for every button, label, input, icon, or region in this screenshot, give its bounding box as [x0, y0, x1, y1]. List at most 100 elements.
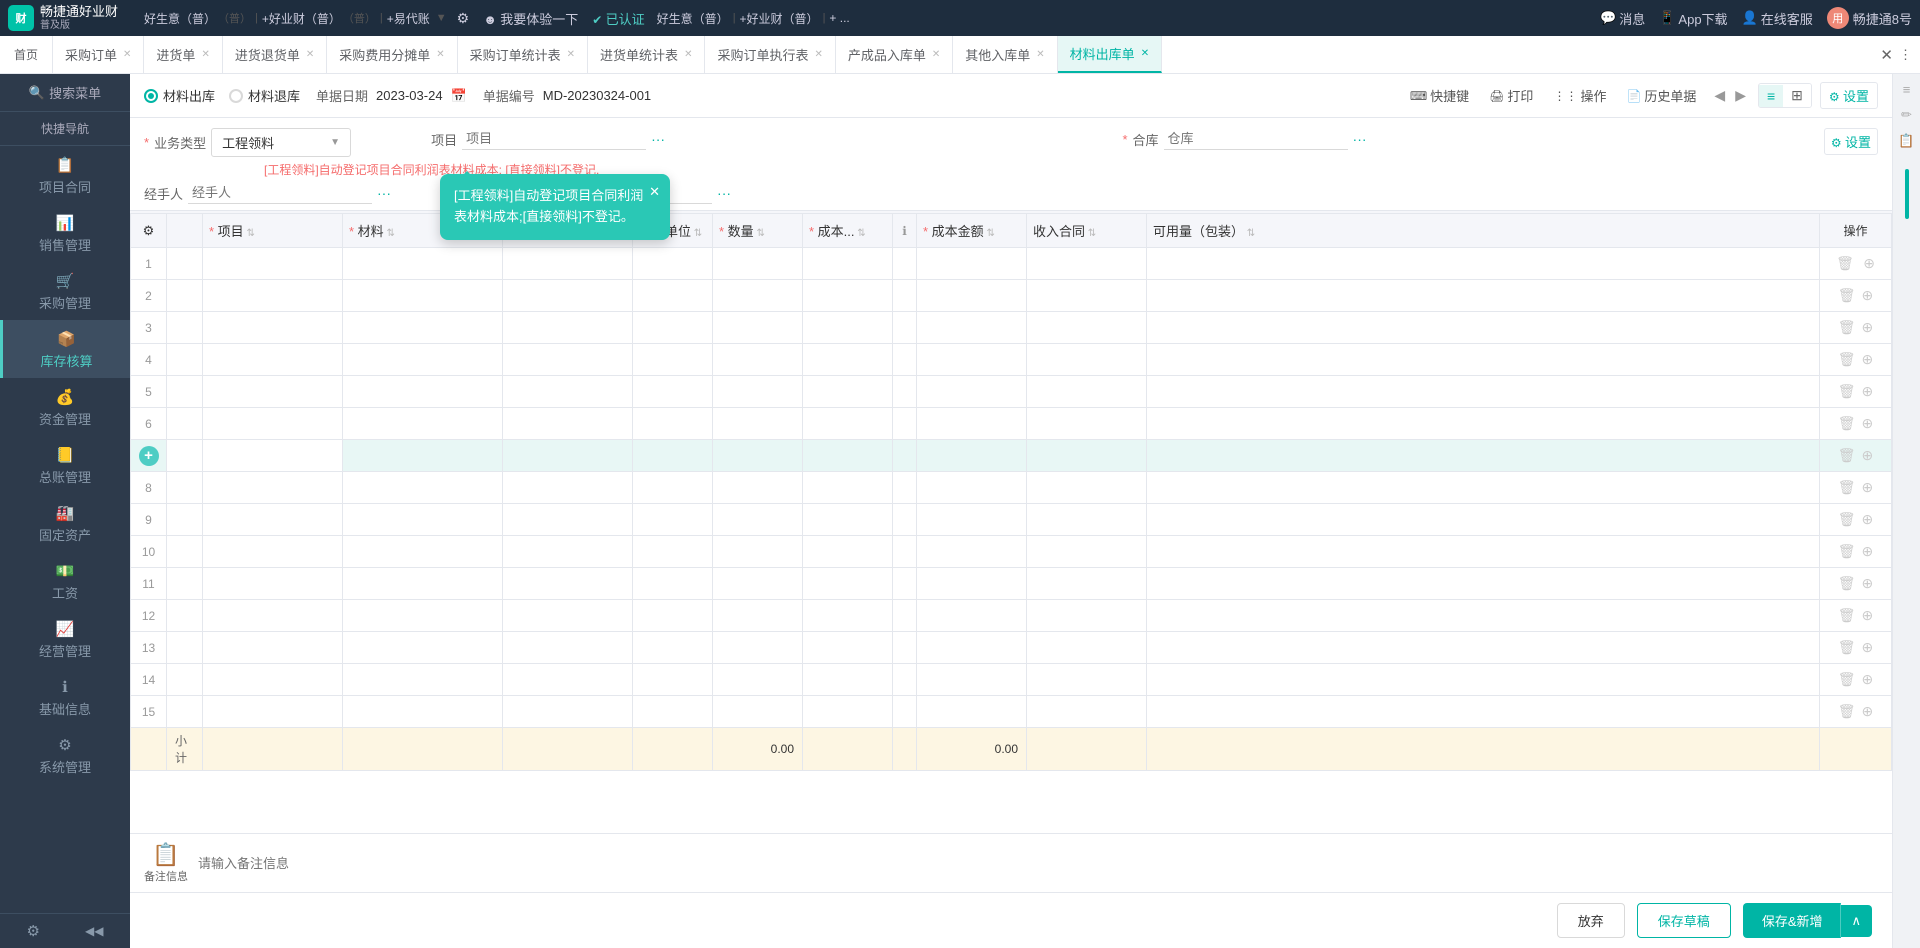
shortcut-btn[interactable]: ⌨ 快捷键 [1404, 83, 1475, 108]
delete-row-btn[interactable]: 🗑 [1838, 447, 1856, 463]
sidebar-item-base-info[interactable]: ℹ 基础信息 [0, 668, 130, 726]
delete-row-btn[interactable]: 🗑 [1838, 319, 1856, 335]
copy-row-btn[interactable]: ⊕ [1862, 671, 1874, 687]
warehouse-dots-btn[interactable]: ··· [1353, 131, 1367, 147]
nav-link-haoshengyi[interactable]: 好生意（普） [144, 10, 216, 27]
sidebar-item-fixed-assets[interactable]: 🏭 固定资产 [0, 494, 130, 552]
form-settings-btn[interactable]: ⚙ 设置 [1824, 128, 1878, 155]
sidebar-item-operations[interactable]: 📈 经营管理 [0, 610, 130, 668]
settings-btn[interactable]: ⚙ 设置 [1820, 82, 1878, 109]
sidebar-item-inventory[interactable]: 📦 库存核算 [0, 320, 130, 378]
tab-close-fee[interactable]: ✕ [436, 49, 444, 60]
save-draft-btn[interactable]: 保存草稿 [1637, 903, 1731, 938]
save-new-arrow-btn[interactable]: ∧ [1841, 905, 1872, 937]
project-dots-btn[interactable]: ··· [651, 131, 665, 147]
delete-row-btn[interactable]: 🗑 [1838, 703, 1856, 719]
right-mini-btn-2[interactable]: ✏ [1901, 107, 1912, 123]
trial-link[interactable]: ☻ 我要体验一下 [483, 9, 578, 28]
nav-prev-btn[interactable]: ◀ [1710, 85, 1729, 106]
print-btn[interactable]: 🖨 打印 [1483, 83, 1539, 108]
add-row-btn[interactable]: + [139, 446, 159, 466]
tab-purchase-in[interactable]: 进货单✕ [144, 36, 222, 73]
sidebar-settings-btn[interactable]: ⚙ [27, 922, 40, 940]
quick-nav-btn[interactable]: 快捷导航 [0, 112, 130, 146]
delete-row-btn[interactable]: 🗑 [1838, 671, 1856, 687]
nav-right-more[interactable]: + ... [829, 11, 849, 25]
calendar-icon[interactable]: 📅 [451, 88, 467, 104]
operation-btn[interactable]: ⋮⋮ 操作 [1547, 83, 1612, 108]
save-new-main-btn[interactable]: 保存&新增 [1743, 903, 1842, 938]
project-input[interactable] [462, 128, 646, 150]
tooltip-close-btn[interactable]: ✕ [649, 182, 660, 203]
delete-row-btn[interactable]: 🗑 [1838, 287, 1856, 303]
col-settings-header[interactable]: ⚙ [131, 214, 167, 248]
delete-row-btn[interactable]: 🗑 [1838, 511, 1856, 527]
sidebar-collapse-btn[interactable]: ◀◀ [85, 924, 103, 938]
sidebar-item-sales[interactable]: 📊 销售管理 [0, 204, 130, 262]
detail-view-btn[interactable]: ⊞ [1783, 84, 1811, 107]
copy-row-btn[interactable]: ⊕ [1862, 319, 1874, 335]
tab-product-in[interactable]: 产成品入库单✕ [836, 36, 953, 73]
sidebar-item-payroll[interactable]: 💵 工资 [0, 552, 130, 610]
copy-row-btn[interactable]: ⊕ [1862, 639, 1874, 655]
delete-row-btn[interactable]: 🗑 [1838, 479, 1856, 495]
sidebar-item-finance[interactable]: 💰 资金管理 [0, 378, 130, 436]
settings-icon[interactable]: ⚙ [457, 10, 470, 27]
copy-row-btn[interactable]: ⊕ [1862, 511, 1874, 527]
income-contract-dots-btn[interactable]: ··· [717, 185, 731, 201]
tab-stat1[interactable]: 采购订单统计表✕ [458, 36, 588, 73]
user-avatar[interactable]: 用 畅捷通8号 [1827, 7, 1912, 29]
sidebar-item-ledger[interactable]: 📒 总账管理 [0, 436, 130, 494]
tab-close-exec[interactable]: ✕ [814, 49, 822, 60]
delete-row-btn[interactable]: 🗑 [1838, 607, 1856, 623]
tab-close-return[interactable]: ✕ [306, 49, 314, 60]
copy-row-btn[interactable]: ⊕ [1862, 351, 1874, 367]
tab-close-material-out[interactable]: ✕ [1141, 48, 1149, 59]
sidebar-item-purchase[interactable]: 🛒 采购管理 [0, 262, 130, 320]
delete-row-btn[interactable]: 🗑 [1836, 255, 1854, 271]
more-tabs-btn[interactable]: ⋮ [1899, 47, 1912, 63]
sidebar-item-system[interactable]: ⚙ 系统管理 [0, 726, 130, 784]
copy-row-btn[interactable]: ⊕ [1862, 703, 1874, 719]
nav-right-haoshengyi[interactable]: 好生意（普） [657, 10, 729, 27]
tab-close-stat1[interactable]: ✕ [567, 49, 575, 60]
nav-next-btn[interactable]: ▶ [1731, 85, 1750, 106]
tab-close-product[interactable]: ✕ [932, 49, 940, 60]
copy-row-btn[interactable]: ⊕ [1863, 255, 1875, 271]
tab-fee[interactable]: 采购费用分摊单✕ [327, 36, 457, 73]
table-section[interactable]: ⚙ * 项目 ⇅ * 材料 ⇅ 规格型号 ⇅ 库存单位 [130, 213, 1892, 833]
tab-stat2[interactable]: 进货单统计表✕ [588, 36, 705, 73]
certified-badge[interactable]: ✔ 已认证 [592, 9, 644, 28]
right-mini-btn-3[interactable]: 📋 [1898, 133, 1914, 149]
radio-material-out[interactable]: 材料出库 [144, 86, 215, 105]
message-btn[interactable]: 💬 消息 [1600, 9, 1645, 28]
warehouse-input[interactable] [1164, 128, 1348, 150]
tab-other-in[interactable]: 其他入库单✕ [953, 36, 1057, 73]
discard-btn[interactable]: 放弃 [1557, 903, 1625, 938]
copy-row-btn[interactable]: ⊕ [1862, 415, 1874, 431]
delete-row-btn[interactable]: 🗑 [1838, 415, 1856, 431]
copy-row-btn[interactable]: ⊕ [1862, 607, 1874, 623]
delete-row-btn[interactable]: 🗑 [1838, 543, 1856, 559]
biz-type-input[interactable]: 工程领料 ▼ [211, 128, 351, 157]
tab-purchase-order[interactable]: 采购订单✕ [53, 36, 144, 73]
tab-close-stat2[interactable]: ✕ [684, 49, 692, 60]
delete-row-btn[interactable]: 🗑 [1838, 639, 1856, 655]
copy-row-btn[interactable]: ⊕ [1862, 575, 1874, 591]
copy-row-btn[interactable]: ⊕ [1862, 543, 1874, 559]
sidebar-item-project[interactable]: 📋 项目合同 [0, 146, 130, 204]
tab-return[interactable]: 进货退货单✕ [223, 36, 327, 73]
remark-input[interactable] [198, 852, 1878, 875]
tab-close-purchase[interactable]: ✕ [123, 49, 131, 60]
delete-row-btn[interactable]: 🗑 [1838, 351, 1856, 367]
handler-dots-btn[interactable]: ··· [377, 185, 391, 201]
nav-link-yidaizhang[interactable]: +易代账 [387, 10, 430, 27]
handler-input[interactable] [188, 182, 372, 204]
radio-material-return[interactable]: 材料退库 [229, 86, 300, 105]
search-menu-btn[interactable]: 🔍 搜索菜单 [0, 74, 130, 112]
close-tab-btn[interactable]: ✕ [1880, 46, 1893, 64]
copy-row-btn[interactable]: ⊕ [1862, 287, 1874, 303]
nav-link-haoyecai[interactable]: +好业财（普） [262, 10, 341, 27]
tab-exec[interactable]: 采购订单执行表✕ [705, 36, 835, 73]
app-download-btn[interactable]: 📱 App下载 [1659, 9, 1727, 28]
